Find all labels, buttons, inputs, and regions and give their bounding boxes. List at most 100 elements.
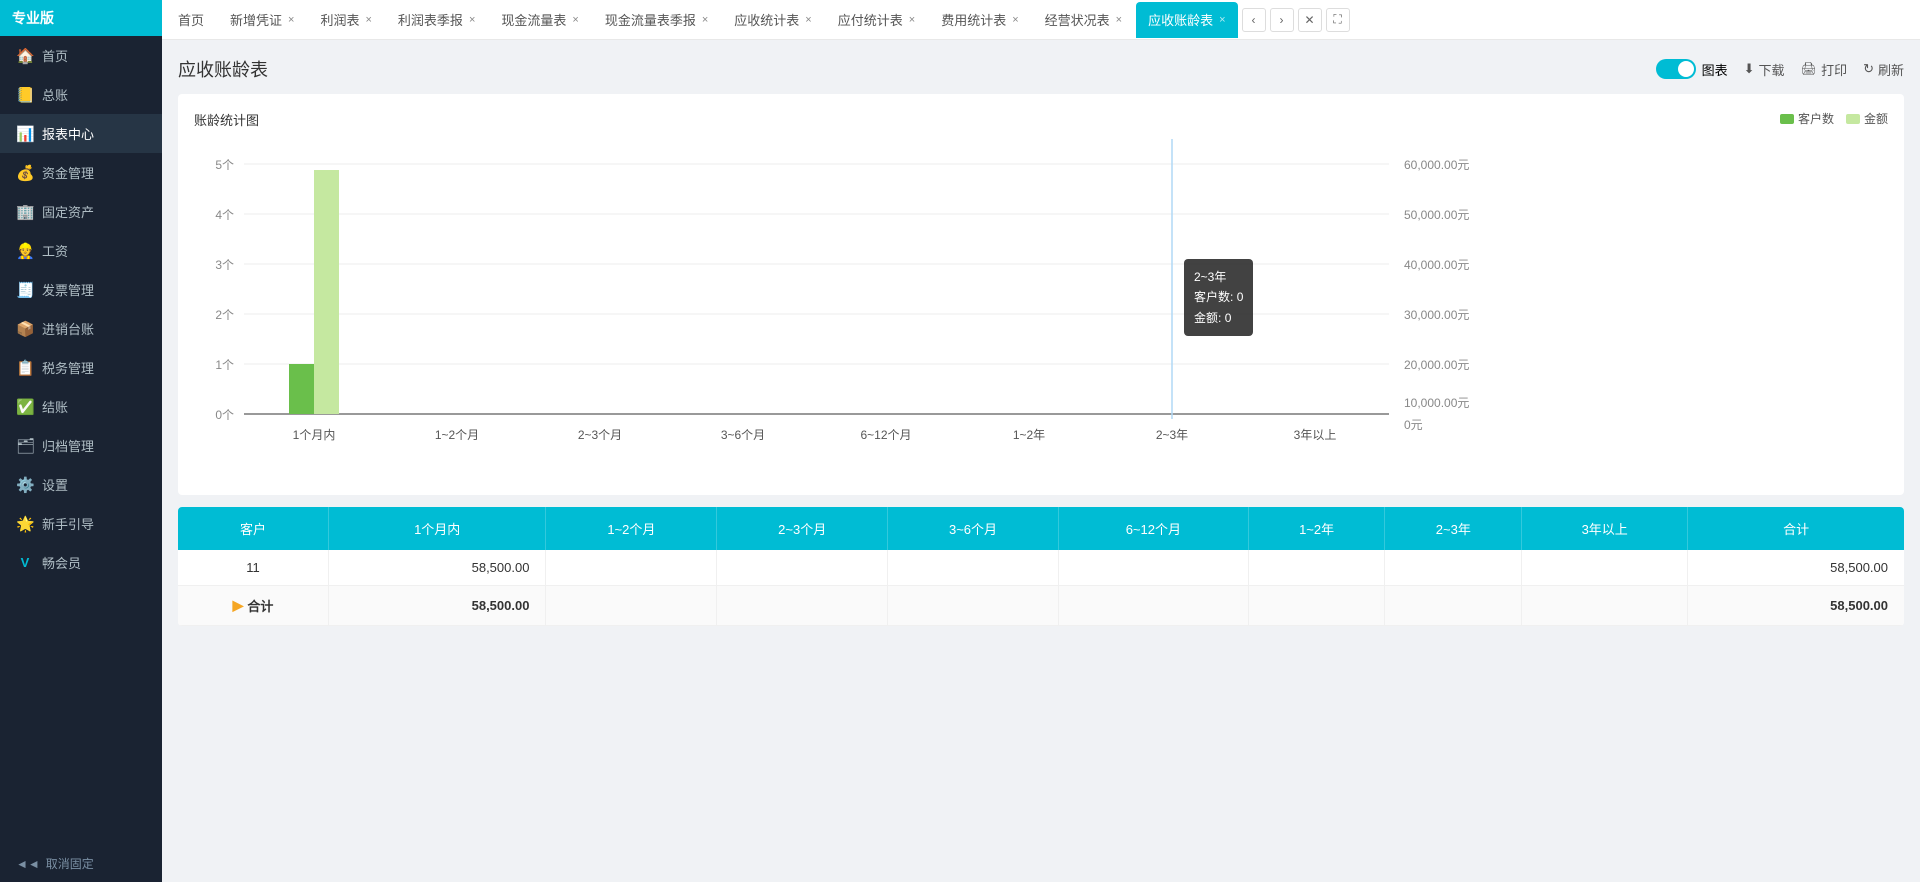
sidebar-item-label: 首页 xyxy=(42,46,68,65)
col-y3plus: 3年以上 xyxy=(1522,507,1688,550)
sidebar-item-tax[interactable]: 📋 税务管理 xyxy=(0,348,162,387)
tab-home[interactable]: 首页 xyxy=(166,2,216,38)
total-m12 xyxy=(546,586,717,626)
invoices-icon: 🧾 xyxy=(16,281,34,299)
page-actions: 图表 ⬇ 下载 🖨 打印 ↻ 刷新 xyxy=(1656,59,1904,79)
tab-cashflow-quarterly[interactable]: 现金流量表季报 × xyxy=(593,2,720,38)
sidebar-item-vip[interactable]: V 畅会员 xyxy=(0,543,162,582)
tab-close-icon[interactable]: × xyxy=(702,14,708,26)
sidebar-item-guide[interactable]: 🌟 新手引导 xyxy=(0,504,162,543)
print-button[interactable]: 🖨 打印 xyxy=(1801,60,1848,79)
total-y3plus xyxy=(1522,586,1688,626)
tab-close-icon[interactable]: × xyxy=(1116,14,1122,26)
tab-close-all[interactable]: ✕ xyxy=(1298,8,1322,32)
svg-text:20,000.00元: 20,000.00元 xyxy=(1404,358,1469,372)
tab-close-icon[interactable]: × xyxy=(1219,14,1225,26)
close-books-icon: ✅ xyxy=(16,398,34,416)
total-y23 xyxy=(1385,586,1522,626)
sidebar-item-home[interactable]: 🏠 首页 xyxy=(0,36,162,75)
tab-close-icon[interactable]: × xyxy=(909,14,915,26)
table-total-row: ▶ 合计 58,500.00 58,500.00 xyxy=(178,586,1904,626)
tab-scroll-left[interactable]: ‹ xyxy=(1242,8,1266,32)
cell-m612 xyxy=(1058,550,1248,586)
data-table: 客户 1个月内 1~2个月 2~3个月 3~6个月 6~12个月 1~2年 2~… xyxy=(178,507,1904,626)
cell-y23 xyxy=(1385,550,1522,586)
total-icon: ▶ xyxy=(233,597,244,614)
tab-new-voucher[interactable]: 新增凭证 × xyxy=(218,2,306,38)
tab-expense-stats[interactable]: 费用统计表 × xyxy=(929,2,1030,38)
tab-ar-stats[interactable]: 应收统计表 × xyxy=(722,2,823,38)
legend-amount-box xyxy=(1846,114,1860,124)
sidebar-item-label: 工资 xyxy=(42,241,68,260)
sidebar-item-assets[interactable]: 🏢 固定资产 xyxy=(0,192,162,231)
chart-title: 账龄统计图 xyxy=(194,110,1888,129)
total-label-text: 合计 xyxy=(247,596,273,615)
sidebar-item-archive[interactable]: 🗂 归档管理 xyxy=(0,426,162,465)
chart-legend: 客户数 金额 xyxy=(1780,110,1888,127)
chart-toggle[interactable] xyxy=(1656,59,1696,79)
sidebar-item-reports[interactable]: 📊 报表中心 xyxy=(0,114,162,153)
download-icon: ⬇ xyxy=(1744,61,1755,77)
download-button[interactable]: ⬇ 下载 xyxy=(1744,60,1785,79)
total-total: 58,500.00 xyxy=(1688,586,1904,626)
sidebar-item-label: 设置 xyxy=(42,475,68,494)
tab-ar-aging[interactable]: 应收账龄表 × xyxy=(1136,2,1237,38)
col-m612: 6~12个月 xyxy=(1058,507,1248,550)
tab-close-icon[interactable]: × xyxy=(288,14,294,26)
col-customer: 客户 xyxy=(178,507,328,550)
legend-amount-label: 金额 xyxy=(1864,110,1888,127)
tab-maximize[interactable]: ⛶ xyxy=(1326,8,1350,32)
sidebar-item-close[interactable]: ✅ 结账 xyxy=(0,387,162,426)
tax-icon: 📋 xyxy=(16,359,34,377)
tab-cashflow[interactable]: 现金流量表 × xyxy=(489,2,590,38)
sidebar-item-label: 畅会员 xyxy=(42,553,81,572)
svg-text:30,000.00元: 30,000.00元 xyxy=(1404,308,1469,322)
svg-text:2个: 2个 xyxy=(215,308,234,322)
sidebar-item-invoices[interactable]: 🧾 发票管理 xyxy=(0,270,162,309)
tab-scroll-right[interactable]: › xyxy=(1270,8,1294,32)
col-y12: 1~2年 xyxy=(1248,507,1385,550)
tab-close-icon[interactable]: × xyxy=(572,14,578,26)
refresh-button[interactable]: ↻ 刷新 xyxy=(1863,60,1904,79)
download-label: 下载 xyxy=(1759,60,1785,79)
svg-text:60,000.00元: 60,000.00元 xyxy=(1404,158,1469,172)
tab-ap-stats[interactable]: 应付统计表 × xyxy=(826,2,927,38)
tab-profit-quarterly[interactable]: 利润表季报 × xyxy=(386,2,487,38)
cell-m12 xyxy=(546,550,717,586)
tab-profit[interactable]: 利润表 × xyxy=(308,2,383,38)
sidebar-item-sales[interactable]: 📦 进销台账 xyxy=(0,309,162,348)
sidebar-item-label: 税务管理 xyxy=(42,358,94,377)
sidebar-item-label: 发票管理 xyxy=(42,280,94,299)
cell-y3plus xyxy=(1522,550,1688,586)
col-total: 合计 xyxy=(1688,507,1904,550)
tab-biz-status[interactable]: 经营状况表 × xyxy=(1033,2,1134,38)
tab-close-icon[interactable]: × xyxy=(1012,14,1018,26)
app-logo: 专业版 xyxy=(0,0,162,36)
tab-bar: 首页 新增凭证 × 利润表 × 利润表季报 × 现金流量表 × 现金流量表季报 … xyxy=(162,0,1920,40)
sidebar-item-label: 进销台账 xyxy=(42,319,94,338)
tab-close-icon[interactable]: × xyxy=(805,14,811,26)
sidebar-pin-toggle[interactable]: ◄◄ 取消固定 xyxy=(0,845,162,882)
tab-home-label: 首页 xyxy=(178,10,204,29)
settings-icon: ⚙️ xyxy=(16,476,34,494)
legend-amount: 金额 xyxy=(1846,110,1888,127)
total-m1: 58,500.00 xyxy=(328,586,546,626)
archive-icon: 🗂 xyxy=(16,437,34,455)
sidebar-item-settings[interactable]: ⚙️ 设置 xyxy=(0,465,162,504)
sidebar-item-label: 结账 xyxy=(42,397,68,416)
sidebar-item-ledger[interactable]: 📒 总账 xyxy=(0,75,162,114)
bar-customers-0 xyxy=(289,364,314,414)
funds-icon: 💰 xyxy=(16,164,34,182)
assets-icon: 🏢 xyxy=(16,203,34,221)
svg-text:0元: 0元 xyxy=(1404,418,1423,432)
cell-total: 58,500.00 xyxy=(1688,550,1904,586)
refresh-icon: ↻ xyxy=(1863,61,1874,77)
sidebar-item-salary[interactable]: 👷 工资 xyxy=(0,231,162,270)
svg-text:4个: 4个 xyxy=(215,208,234,222)
tab-profit-quarterly-label: 利润表季报 xyxy=(398,10,463,29)
page-title: 应收账龄表 xyxy=(178,56,268,82)
tab-close-icon[interactable]: × xyxy=(365,14,371,26)
sidebar-item-funds[interactable]: 💰 资金管理 xyxy=(0,153,162,192)
tab-close-icon[interactable]: × xyxy=(469,14,475,26)
chart-container: 账龄统计图 客户数 金额 5个 4个 3个 2个 1个 xyxy=(178,94,1904,495)
